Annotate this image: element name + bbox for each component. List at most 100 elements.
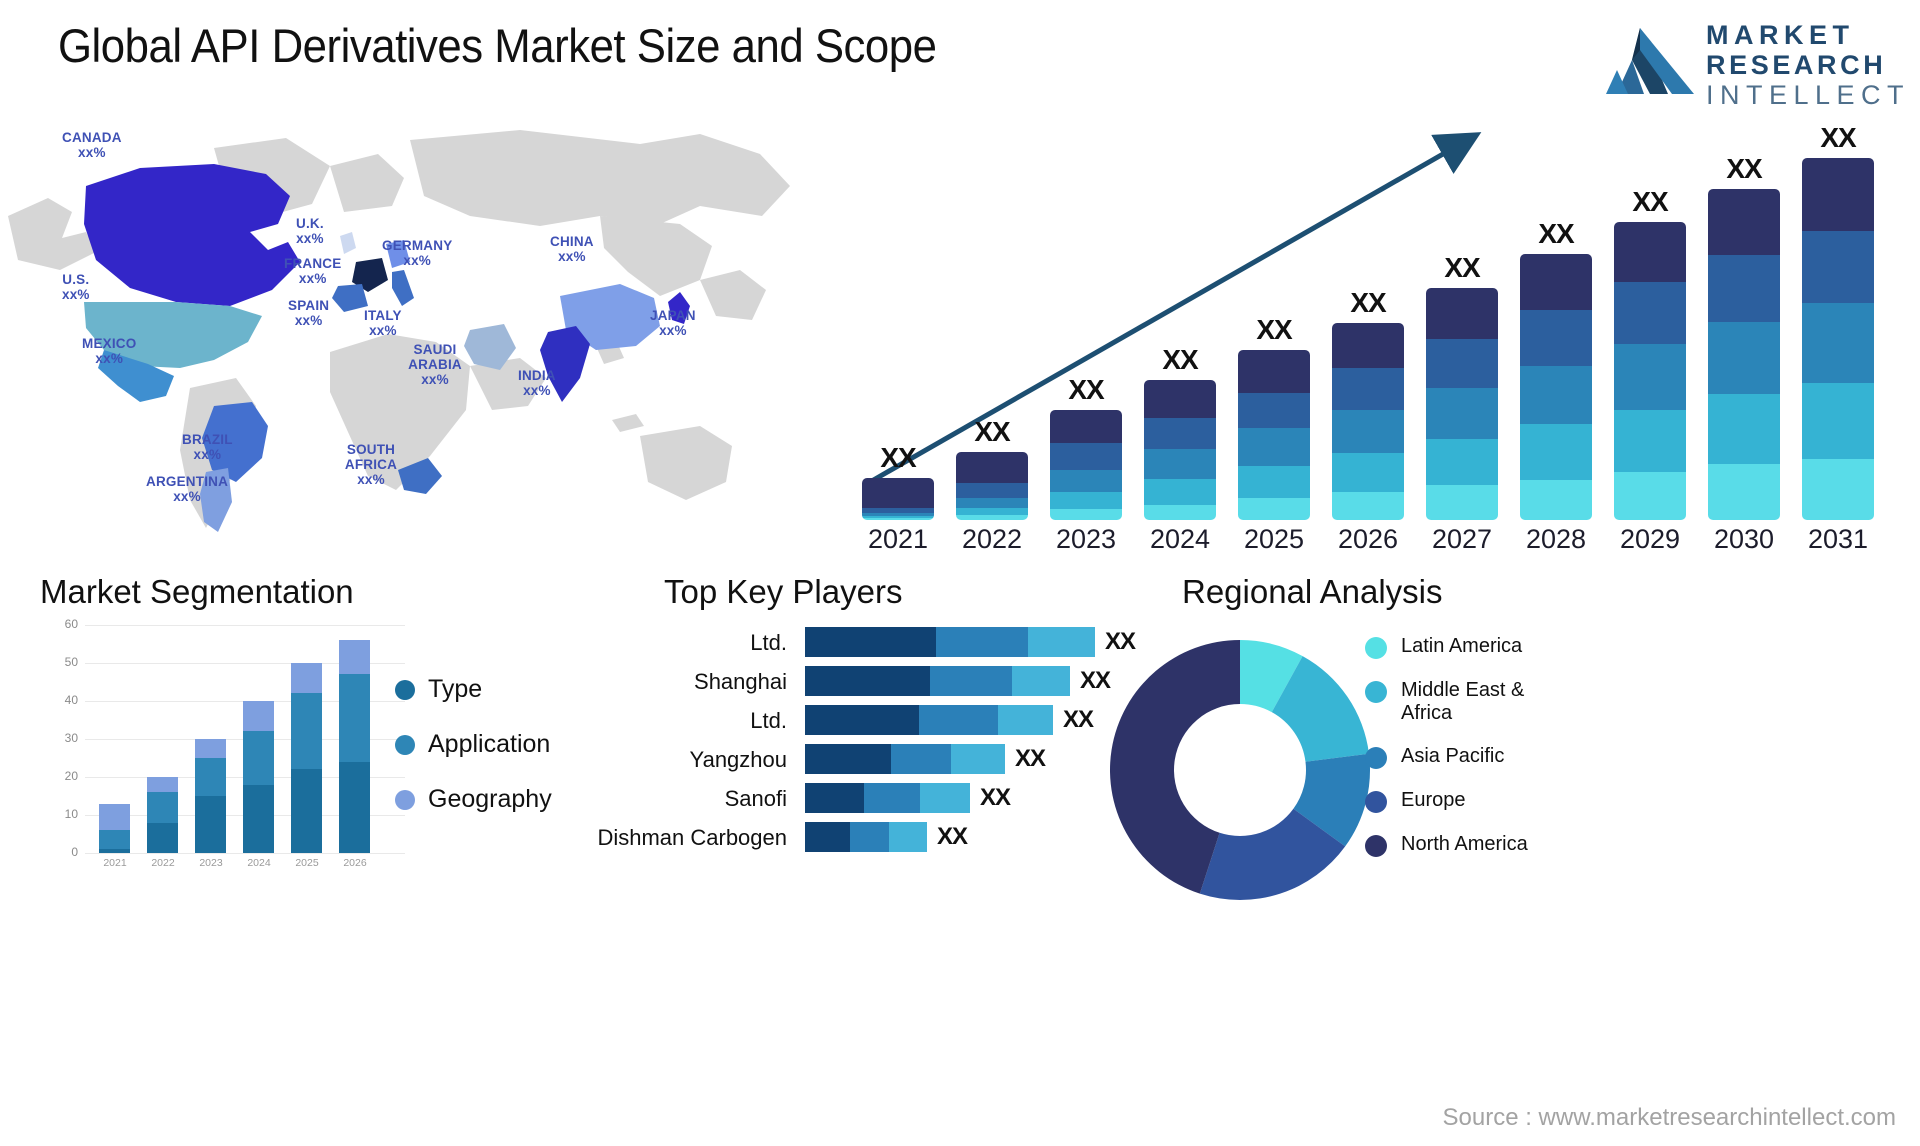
segmentation-xtick-2023: 2023 <box>199 857 223 869</box>
segmentation-gridline-60 <box>85 625 405 626</box>
map-label-spain-value: xx% <box>294 313 323 328</box>
player-bar-segment-dark <box>805 822 851 852</box>
growth-segment-layer-3 <box>1802 303 1874 383</box>
map-label-saudi-arabia: SAUDI ARABIA xx% <box>400 342 470 387</box>
legend-label-type: Type <box>428 675 483 703</box>
map-label-germany-name: GERMANY <box>382 238 453 253</box>
regional-legend-item-middle-east-africa[interactable]: Middle East & Africa <box>1365 679 1561 725</box>
segmentation-segment-type <box>195 796 226 853</box>
logo-wordmark: MARKET RESEARCH INTELLECT <box>1706 20 1910 110</box>
player-bar-segment-mid <box>891 744 951 774</box>
growth-segment-layer-3 <box>956 497 1028 509</box>
segmentation-segment-type <box>339 761 370 853</box>
growth-segment-layer-3 <box>1520 365 1592 425</box>
brand-logo: MARKET RESEARCH INTELLECT <box>1598 16 1904 110</box>
player-bar <box>805 744 1005 774</box>
growth-segment-layer-1-darkest <box>1802 158 1874 231</box>
growth-segment-layer-4 <box>1614 409 1686 473</box>
regional-legend-dot <box>1365 747 1387 769</box>
growth-bar-2023 <box>1050 410 1122 520</box>
players-title: Top Key Players <box>664 573 903 610</box>
map-label-canada-value: xx% <box>78 145 106 160</box>
growth-segment-layer-4 <box>1520 424 1592 481</box>
player-value-label: XX <box>980 784 1011 811</box>
segmentation-legend-item-geography[interactable]: Geography <box>395 785 552 814</box>
player-bar-segment-dark <box>805 744 891 774</box>
segmentation-segment-type <box>243 784 274 853</box>
map-label-canada-name: CANADA <box>62 130 122 145</box>
map-label-italy: ITALY xx% <box>364 308 402 338</box>
market-growth-chart: XX 2021 XX 2022 XX 2023 XX 2024 XX 2025 XX 2026 XX 20… <box>840 120 1920 570</box>
segmentation-xtick-2024: 2024 <box>247 857 271 869</box>
segmentation-segment-application <box>291 693 322 770</box>
map-label-china-value: xx% <box>558 249 586 264</box>
growth-segment-layer-1-darkest <box>1238 350 1310 393</box>
segmentation-ytick-0: 0 <box>71 845 78 859</box>
growth-year-label-2031: 2031 <box>1807 524 1869 554</box>
map-label-germany: GERMANY xx% <box>382 238 452 268</box>
map-label-us-value: xx% <box>62 287 90 302</box>
growth-year-label-2027: 2027 <box>1431 524 1493 554</box>
map-label-india: INDIA xx% <box>518 368 556 398</box>
segmentation-legend-item-application[interactable]: Application <box>395 730 552 759</box>
regional-legend-label: Latin America <box>1401 635 1523 657</box>
player-bar-segment-light <box>889 822 927 852</box>
map-label-south-africa-name: SOUTH AFRICA <box>344 442 398 472</box>
growth-segment-layer-4 <box>1708 394 1780 464</box>
regional-legend-item-north-america[interactable]: North America <box>1365 833 1561 857</box>
segmentation-segment-application <box>339 674 370 762</box>
player-name: Ltd. <box>750 630 787 655</box>
growth-segment-layer-5-lightest <box>1614 472 1686 520</box>
growth-segment-layer-5-lightest <box>1238 497 1310 520</box>
growth-segment-layer-5-lightest <box>1520 480 1592 520</box>
growth-bar-2029 <box>1614 222 1686 520</box>
growth-segment-layer-4 <box>1238 465 1310 498</box>
segmentation-bar-2024 <box>243 701 274 853</box>
segmentation-legend-item-type[interactable]: Type <box>395 675 552 704</box>
regional-legend-item-asia-pacific[interactable]: Asia Pacific <box>1365 745 1561 769</box>
growth-segment-layer-2 <box>1520 309 1592 366</box>
growth-segment-layer-2 <box>1802 230 1874 304</box>
map-label-china: CHINA xx% <box>550 234 594 264</box>
segmentation-segment-geography <box>291 663 322 694</box>
map-label-mexico-value: xx% <box>95 351 124 366</box>
segmentation-segment-application <box>195 758 226 796</box>
growth-segment-layer-3 <box>1708 321 1780 395</box>
map-label-italy-value: xx% <box>369 323 397 338</box>
growth-segment-layer-1-darkest <box>1144 379 1216 418</box>
growth-value-label-2029: XX <box>1632 185 1668 217</box>
growth-year-label-2023: 2023 <box>1055 524 1117 554</box>
player-bar-segment-mid <box>850 822 890 852</box>
growth-segment-layer-2 <box>1426 338 1498 388</box>
map-label-china-name: CHINA <box>550 234 594 249</box>
player-bar-segment-mid <box>919 705 999 735</box>
player-bar <box>805 822 927 852</box>
map-label-south-africa-value: xx% <box>357 472 385 487</box>
segmentation-title: Market Segmentation <box>40 573 354 610</box>
regional-title: Regional Analysis <box>1182 573 1443 610</box>
growth-segment-layer-1-darkest <box>1614 222 1686 282</box>
segmentation-bar-2025 <box>291 663 322 853</box>
player-bar-segment-dark <box>805 627 936 657</box>
growth-value-label-2023: XX <box>1068 374 1104 406</box>
player-bar-segment-dark <box>805 783 865 813</box>
world-map-panel: CANADA xx% U.S. xx% MEXICO xx% BRAZIL xx… <box>0 120 840 570</box>
map-label-argentina-name: ARGENTINA <box>146 474 229 489</box>
player-bar-segment-light <box>998 705 1053 735</box>
regional-legend-item-europe[interactable]: Europe <box>1365 789 1561 813</box>
logo-line-market: MARKET <box>1706 20 1855 50</box>
segmentation-segment-geography <box>147 777 178 793</box>
growth-value-label-2031: XX <box>1820 122 1856 154</box>
growth-segment-layer-1-darkest <box>1708 189 1780 256</box>
legend-dot-application <box>395 734 415 755</box>
segmentation-segment-application <box>99 830 130 850</box>
growth-segment-layer-1-darkest <box>1426 287 1498 339</box>
regional-legend-item-latin-america[interactable]: Latin America <box>1365 635 1561 659</box>
segmentation-segment-geography <box>243 701 274 732</box>
player-name: Ltd. <box>750 708 787 733</box>
regional-legend-label: North America <box>1401 833 1528 855</box>
growth-year-label-2024: 2024 <box>1149 524 1211 554</box>
growth-segment-layer-4 <box>1050 491 1122 510</box>
player-bar <box>805 627 1095 657</box>
growth-segment-layer-5-lightest <box>956 515 1028 520</box>
